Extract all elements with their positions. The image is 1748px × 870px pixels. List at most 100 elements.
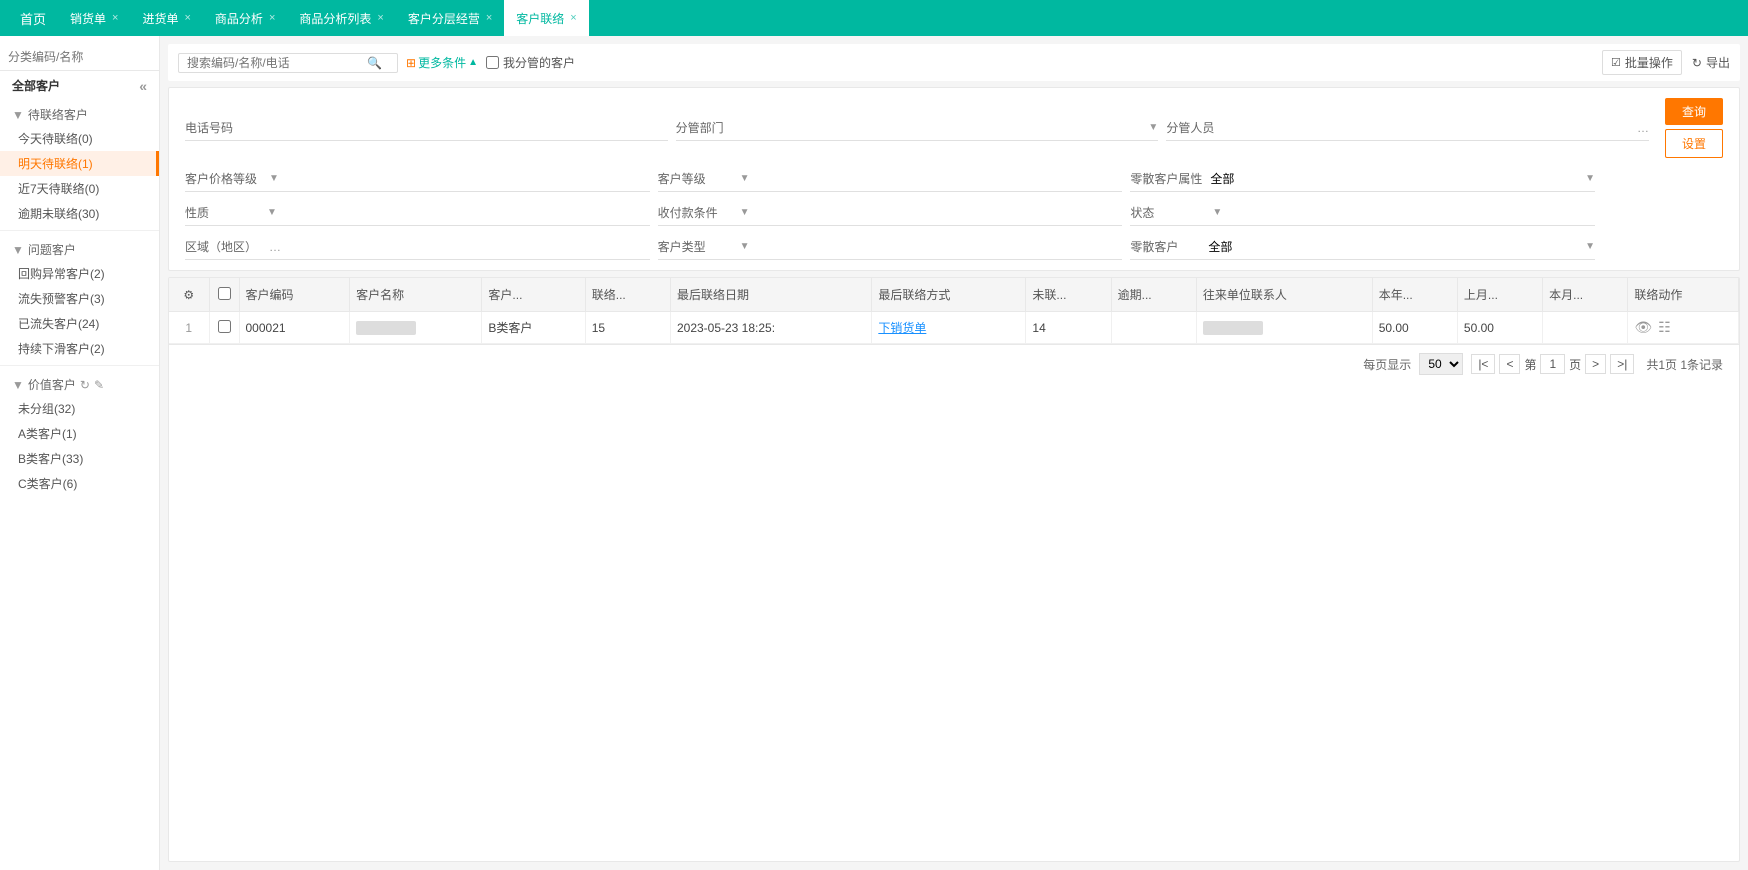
region-dots-icon[interactable]: … <box>269 240 281 254</box>
sidebar-item-ungrouped[interactable]: 未分组(32) <box>0 396 159 421</box>
contact-person-masked <box>1203 321 1263 335</box>
nav-home[interactable]: 首页 <box>8 0 58 36</box>
row-check[interactable] <box>209 312 239 344</box>
sidebar-item-b-class[interactable]: B类客户(33) <box>0 446 159 471</box>
pending-section-title: ▼ 待联络客户 <box>0 100 159 126</box>
filter-my-customers[interactable]: 我分管的客户 <box>486 54 575 71</box>
sidebar-all-customers[interactable]: 全部客户 « <box>0 71 159 100</box>
export-button[interactable]: ↻ 导出 <box>1692 54 1730 71</box>
row-last-method[interactable]: 下销货单 <box>872 312 1026 344</box>
sidebar-divider-2 <box>0 365 159 366</box>
sidebar-search-container: 🔍 <box>0 44 159 71</box>
col-last-method-header: 最后联络方式 <box>872 278 1026 312</box>
customer-level-chevron-icon[interactable]: ▼ <box>740 173 750 184</box>
problem-triangle-icon: ▼ <box>12 243 24 257</box>
table-footer: 每页显示 50 |< < 第 1 页 > >| 共1页 1条记录 <box>169 344 1739 383</box>
query-button[interactable]: 查询 <box>1665 98 1723 125</box>
nav-product-analysis-list[interactable]: 商品分析列表 × <box>287 0 395 36</box>
payment-chevron-icon[interactable]: ▼ <box>740 207 750 218</box>
page-label: 第 <box>1524 356 1536 373</box>
row-name-masked <box>356 321 416 335</box>
close-customer-stratified-icon[interactable]: × <box>486 12 492 24</box>
retail-customer-value: 全部 <box>1208 238 1581 255</box>
sidebar-item-churned[interactable]: 已流失客户(24) <box>0 311 159 336</box>
per-page-select[interactable]: 50 <box>1419 353 1463 375</box>
col-check-header[interactable] <box>209 278 239 312</box>
sidebar-item-c-class[interactable]: C类客户(6) <box>0 471 159 496</box>
my-customers-checkbox[interactable] <box>486 56 499 69</box>
close-customer-contact-icon[interactable]: × <box>570 12 576 24</box>
close-product-analysis-icon[interactable]: × <box>269 12 275 24</box>
close-product-analysis-list-icon[interactable]: × <box>377 12 383 24</box>
sidebar-item-repurchase-abnormal[interactable]: 回购异常客户(2) <box>0 261 159 286</box>
phone-input[interactable] <box>263 121 668 135</box>
filter-search-input[interactable] <box>187 56 367 70</box>
filter-more-label: 更多条件 <box>418 54 466 71</box>
col-last-date-header: 最后联络日期 <box>670 278 871 312</box>
person-input[interactable] <box>1244 121 1633 135</box>
table-header-row: ⚙ 客户编码 客户名称 客户... 联络... <box>169 278 1739 312</box>
value-section-title: ▼ 价值客户 ↻ ✎ <box>0 370 159 396</box>
next-page-button[interactable]: > <box>1585 354 1606 374</box>
sidebar-item-tomorrow-pending[interactable]: 明天待联络(1) <box>0 151 159 176</box>
action-view-icon[interactable]: 👁 <box>1634 319 1652 336</box>
batch-label: 批量操作 <box>1625 54 1673 71</box>
row-overdue <box>1111 312 1196 344</box>
sidebar-item-overdue-pending[interactable]: 逾期未联络(30) <box>0 201 159 226</box>
sidebar-item-today-pending[interactable]: 今天待联络(0) <box>0 126 159 151</box>
prev-page-button[interactable]: < <box>1499 354 1520 374</box>
nav-sales-order[interactable]: 销货单 × <box>58 0 130 36</box>
customer-type-label: 客户类型 <box>658 238 728 255</box>
dept-chevron-icon: ▼ <box>1148 122 1158 133</box>
col-customer-type-header: 客户... <box>482 278 585 312</box>
value-refresh-icon[interactable]: ↻ <box>80 378 90 392</box>
retail-customer-chevron-icon[interactable]: ▼ <box>1585 241 1595 252</box>
close-purchase-order-icon[interactable]: × <box>184 12 190 24</box>
value-edit-icon[interactable]: ✎ <box>94 378 104 392</box>
price-level-chevron-icon[interactable]: ▼ <box>269 173 279 184</box>
nav-customer-contact[interactable]: 客户联络 × <box>504 0 588 36</box>
set-button[interactable]: 设置 <box>1665 129 1723 158</box>
sidebar-item-a-class[interactable]: A类客户(1) <box>0 421 159 446</box>
sidebar-item-churn-warning[interactable]: 流失预警客户(3) <box>0 286 159 311</box>
customer-table-wrapper: ⚙ 客户编码 客户名称 客户... 联络... <box>168 277 1740 862</box>
nav-purchase-order[interactable]: 进货单 × <box>130 0 202 36</box>
nav-customer-stratified[interactable]: 客户分层经营 × <box>396 0 504 36</box>
row-contact-person <box>1196 312 1372 344</box>
filter-search-container: 🔍 <box>178 53 398 73</box>
value-triangle-icon: ▼ <box>12 378 24 392</box>
last-method-link[interactable]: 下销货单 <box>878 321 926 335</box>
sidebar-collapse-icon[interactable]: « <box>139 78 147 94</box>
sidebar: 🔍 全部客户 « ▼ 待联络客户 今天待联络(0) 明天待联络(1) 近7天待联… <box>0 36 160 870</box>
last-page-button[interactable]: >| <box>1610 354 1634 374</box>
customer-type-chevron-icon[interactable]: ▼ <box>740 241 750 252</box>
page-suffix: 页 <box>1569 356 1581 373</box>
retail-attr-chevron-icon[interactable]: ▼ <box>1585 173 1595 184</box>
dept-input[interactable] <box>754 121 1145 135</box>
filter-more-conditions[interactable]: ⊞ 更多条件 ▲ <box>406 54 478 71</box>
sidebar-item-declining[interactable]: 持续下滑客户(2) <box>0 336 159 361</box>
current-page-display: 1 <box>1540 354 1565 374</box>
nav-product-analysis[interactable]: 商品分析 × <box>203 0 287 36</box>
sidebar-item-7days-pending[interactable]: 近7天待联络(0) <box>0 176 159 201</box>
select-all-checkbox[interactable] <box>218 287 231 300</box>
first-page-button[interactable]: |< <box>1471 354 1495 374</box>
filter-search-icon[interactable]: 🔍 <box>367 56 382 70</box>
sidebar-search-input[interactable] <box>8 50 160 64</box>
action-qr-icon[interactable]: ☷ <box>1658 319 1671 336</box>
customer-level-field: 客户等级 ▼ <box>658 166 1123 192</box>
close-sales-order-icon[interactable]: × <box>112 12 118 24</box>
my-customers-label: 我分管的客户 <box>503 54 575 71</box>
col-settings-header[interactable]: ⚙ <box>169 278 209 312</box>
nature-chevron-icon[interactable]: ▼ <box>267 207 277 218</box>
person-field: 分管人员 … <box>1166 115 1649 141</box>
retail-attr-label: 零散客户属性 <box>1130 170 1202 187</box>
retail-customer-field: 零散客户 全部 ▼ <box>1130 234 1595 260</box>
person-dots-icon[interactable]: … <box>1637 121 1649 135</box>
filter-action-buttons: 查询 设置 <box>1665 98 1723 158</box>
row-name <box>350 312 482 344</box>
batch-operation-button[interactable]: ☑ 批量操作 <box>1602 50 1682 75</box>
row-checkbox[interactable] <box>218 320 231 333</box>
customer-table: ⚙ 客户编码 客户名称 客户... 联络... <box>169 278 1739 344</box>
status-chevron-icon[interactable]: ▼ <box>1212 207 1222 218</box>
